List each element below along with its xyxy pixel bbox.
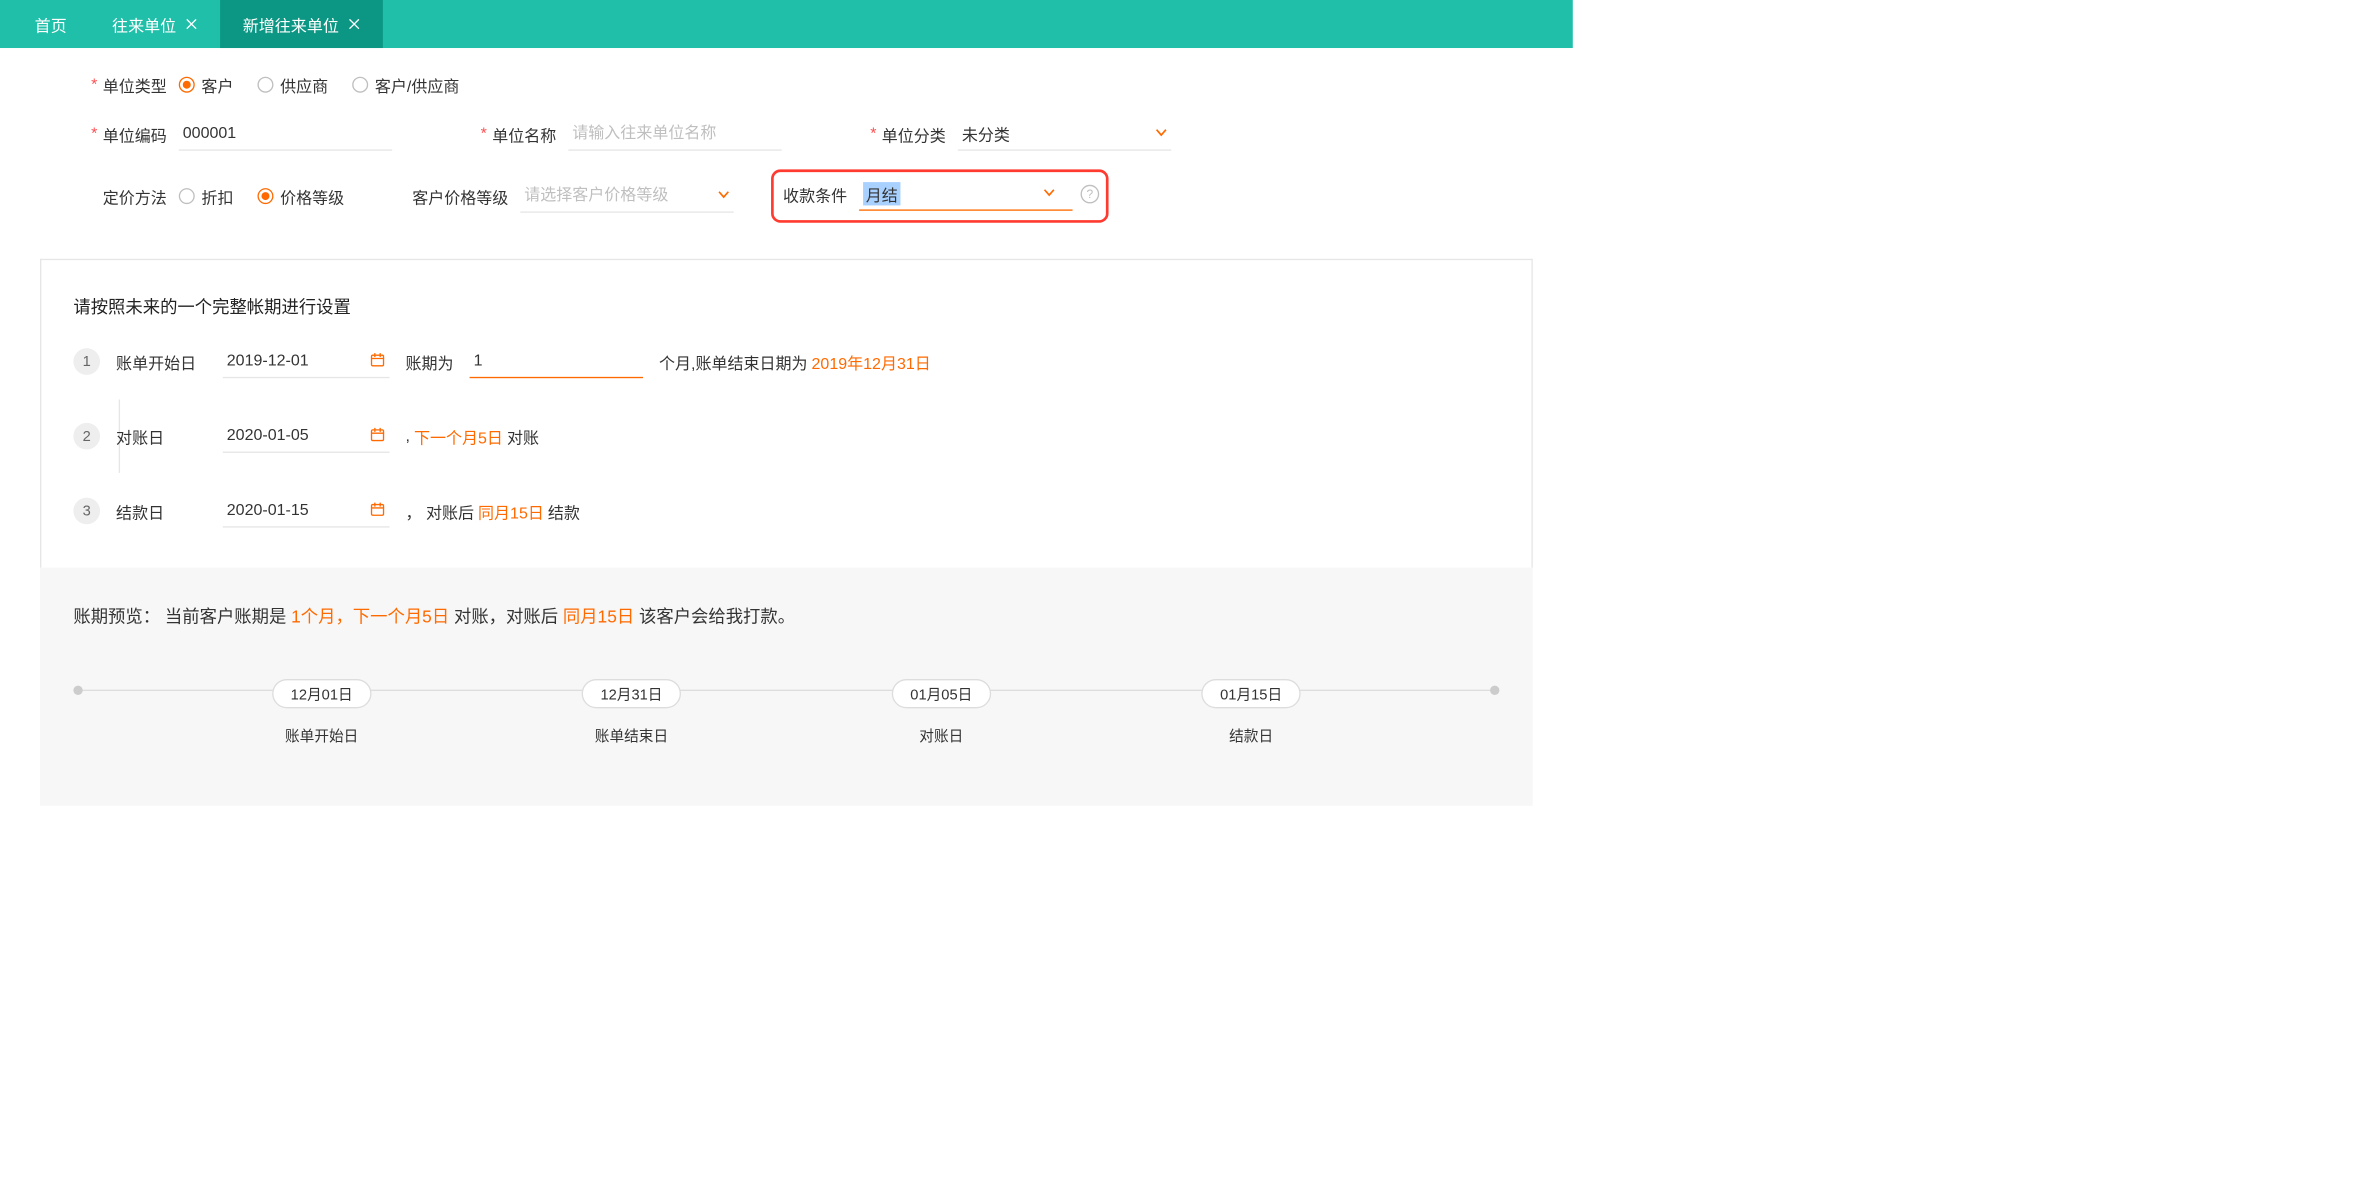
radio-dot-icon: [257, 188, 273, 204]
step-number: 1: [73, 348, 100, 375]
radio-dot-icon: [352, 77, 368, 93]
step-number: 3: [73, 498, 100, 525]
required-mark: *: [481, 125, 487, 144]
settle-accent: 同月15日: [478, 499, 544, 522]
payment-terms-label: 收款条件: [783, 182, 847, 205]
reconcile-prefix: ,: [406, 427, 410, 446]
radio-both[interactable]: 客户/供应商: [352, 73, 459, 96]
help-icon[interactable]: ?: [1081, 185, 1100, 204]
tab-contacts[interactable]: 往来单位: [89, 0, 220, 48]
pricing-method-label: 定价方法: [103, 184, 167, 207]
settle-prefix: ， 对账后: [406, 499, 474, 522]
chevron-down-icon: [1155, 126, 1167, 141]
unit-code-input[interactable]: [179, 117, 392, 150]
period-suffix-prefix: 个月,账单结束日期为: [659, 350, 808, 373]
tab-label: 往来单位: [112, 12, 176, 35]
radio-label: 价格等级: [280, 184, 344, 207]
preview-label: 账期预览：: [73, 606, 160, 626]
radio-customer[interactable]: 客户: [179, 73, 234, 96]
payment-terms-highlight: 收款条件 月结 ?: [771, 169, 1109, 222]
tab-label: 首页: [35, 12, 67, 35]
price-level-label: 客户价格等级: [412, 184, 508, 207]
settle-label: 结款日: [116, 499, 207, 522]
step-number: 2: [73, 423, 100, 450]
close-icon[interactable]: [348, 18, 360, 30]
required-mark: *: [91, 125, 97, 144]
timeline-date: 01月05日: [892, 679, 991, 708]
required-mark: *: [91, 75, 97, 94]
timeline-label: 账单开始日: [285, 724, 358, 745]
preview-t1: 当前客户账期是: [165, 606, 291, 626]
radio-discount[interactable]: 折扣: [179, 184, 234, 207]
preview-t3: 该客户会给我打款。: [639, 606, 795, 626]
period-for-label: 账期为: [406, 350, 454, 373]
calendar-icon[interactable]: [370, 427, 386, 446]
timeline-date: 01月15日: [1201, 679, 1300, 708]
timeline-node: 01月15日 结款日: [1201, 679, 1300, 746]
radio-label: 折扣: [201, 184, 233, 207]
timeline-label: 结款日: [1229, 724, 1273, 745]
payment-terms-value: 月结: [863, 182, 900, 205]
radio-supplier[interactable]: 供应商: [257, 73, 328, 96]
preview-accent1: 1个月，下一个月5日: [291, 606, 449, 626]
tab-home[interactable]: 首页: [12, 0, 89, 48]
reconcile-suffix: 对账: [507, 425, 539, 448]
period-months-input[interactable]: [470, 345, 643, 378]
radio-label: 客户: [201, 73, 233, 96]
radio-label: 客户/供应商: [375, 73, 459, 96]
timeline-node: 01月05日 对账日: [892, 679, 991, 746]
preview-accent2: 同月15日: [563, 606, 634, 626]
radio-dot-icon: [179, 77, 195, 93]
period-settings: 请按照未来的一个完整帐期进行设置 1 账单开始日 账期为: [40, 259, 1533, 568]
tab-label: 新增往来单位: [243, 12, 339, 35]
unit-name-input[interactable]: [568, 117, 781, 150]
unit-type-label: 单位类型: [103, 73, 167, 96]
reconcile-date-input[interactable]: [223, 420, 390, 453]
timeline-label: 对账日: [919, 724, 963, 745]
chevron-down-icon: [1043, 186, 1055, 201]
reconcile-label: 对账日: [116, 425, 207, 448]
bill-start-date-input[interactable]: [223, 345, 390, 378]
calendar-icon[interactable]: [370, 501, 386, 520]
payment-terms-select[interactable]: 月结: [859, 177, 1072, 210]
tab-bar: 首页 往来单位 新增往来单位: [0, 0, 1573, 48]
settle-date-input[interactable]: [223, 494, 390, 527]
reconcile-accent: 下一个月5日: [414, 425, 503, 448]
unit-code-label: 单位编码: [103, 122, 167, 145]
tab-new-contact[interactable]: 新增往来单位: [220, 0, 383, 48]
timeline-node: 12月01日 账单开始日: [272, 679, 371, 746]
period-title: 请按照未来的一个完整帐期进行设置: [73, 293, 1499, 318]
radio-dot-icon: [179, 188, 195, 204]
bill-end-date: 2019年12月31日: [812, 350, 931, 373]
settle-suffix: 结款: [548, 499, 580, 522]
unit-category-select[interactable]: [958, 117, 1171, 150]
bill-start-label: 账单开始日: [116, 350, 207, 373]
preview-t2: 对账，对账后: [454, 606, 563, 626]
timeline-date: 12月31日: [582, 679, 681, 708]
price-level-select[interactable]: [520, 179, 733, 212]
required-mark: *: [870, 125, 876, 144]
calendar-icon[interactable]: [370, 352, 386, 371]
timeline-node: 12月31日 账单结束日: [582, 679, 681, 746]
unit-category-label: 单位分类: [882, 122, 946, 145]
chevron-down-icon: [718, 188, 730, 203]
unit-name-label: 单位名称: [492, 122, 556, 145]
timeline-date: 12月01日: [272, 679, 371, 708]
radio-label: 供应商: [280, 73, 328, 96]
period-preview: 账期预览： 当前客户账期是 1个月，下一个月5日 对账，对账后 同月15日 该客…: [40, 568, 1533, 806]
radio-dot-icon: [257, 77, 273, 93]
close-icon[interactable]: [185, 18, 197, 30]
timeline-label: 账单结束日: [595, 724, 668, 745]
preview-text: 账期预览： 当前客户账期是 1个月，下一个月5日 对账，对账后 同月15日 该客…: [73, 601, 1499, 632]
radio-price-level[interactable]: 价格等级: [257, 184, 344, 207]
timeline: 12月01日 账单开始日 12月31日 账单结束日 01月05日 对账日 01月…: [73, 679, 1499, 752]
